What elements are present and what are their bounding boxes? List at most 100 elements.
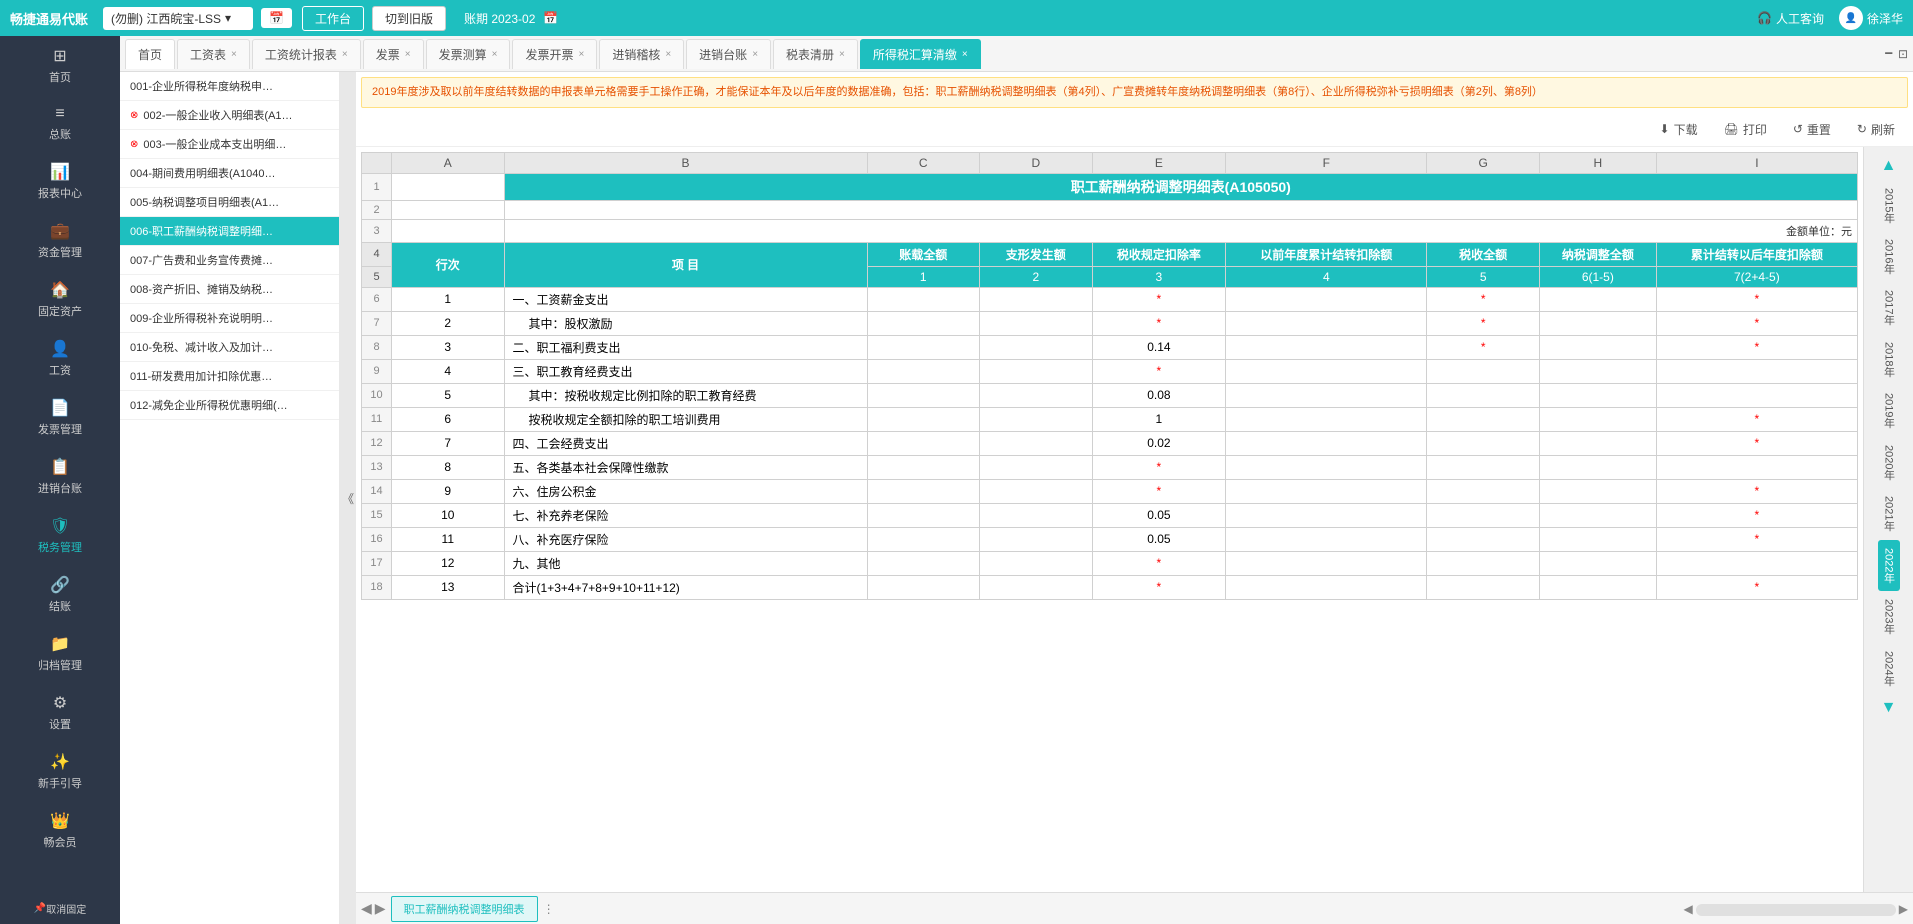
panel-collapse-button[interactable]: 《 bbox=[340, 72, 356, 924]
cell-h[interactable] bbox=[1539, 335, 1656, 359]
cell-h[interactable] bbox=[1539, 455, 1656, 479]
close-icon[interactable]: × bbox=[231, 49, 237, 60]
cell-h[interactable] bbox=[1539, 311, 1656, 335]
cell-g[interactable]: * bbox=[1427, 311, 1540, 335]
reset-button[interactable]: ↺ 重置 bbox=[1785, 118, 1839, 141]
unpin-button[interactable]: 📌 取消固定 bbox=[0, 893, 120, 924]
year-2023[interactable]: 2023年 bbox=[1878, 591, 1900, 642]
sidebar-item-salary[interactable]: 👤 工资 bbox=[0, 329, 120, 388]
cell-i[interactable]: * bbox=[1656, 503, 1857, 527]
year-down-button[interactable]: ▼ bbox=[1876, 694, 1902, 722]
cell-c[interactable] bbox=[867, 479, 980, 503]
tab-audit[interactable]: 进销稽核 × bbox=[599, 39, 684, 69]
sidebar-item-assets[interactable]: 🏠 固定资产 bbox=[0, 270, 120, 329]
left-item-003[interactable]: ⊗ 003-一般企业成本支出明细… bbox=[120, 130, 339, 159]
cell-h[interactable] bbox=[1539, 575, 1656, 599]
cell-h[interactable] bbox=[1539, 383, 1656, 407]
cell-e[interactable]: * bbox=[1092, 479, 1226, 503]
tab-income-tax[interactable]: 所得税汇算清缴 × bbox=[860, 39, 981, 69]
cell-i[interactable]: * bbox=[1656, 311, 1857, 335]
sidebar-item-settings[interactable]: ⚙ 设置 bbox=[0, 683, 120, 742]
cell-f[interactable] bbox=[1226, 407, 1427, 431]
cell-d[interactable] bbox=[980, 575, 1093, 599]
nav-left-icon[interactable]: ◀ bbox=[361, 900, 372, 917]
scroll-right-icon[interactable]: ▶ bbox=[1899, 902, 1908, 916]
cell-f[interactable] bbox=[1226, 479, 1427, 503]
sidebar-item-close[interactable]: 🔗 结账 bbox=[0, 565, 120, 624]
cell-e[interactable]: * bbox=[1092, 359, 1226, 383]
left-item-008[interactable]: 008-资产折旧、摊销及纳税… bbox=[120, 275, 339, 304]
cell-h[interactable] bbox=[1539, 527, 1656, 551]
scroll-left-icon[interactable]: ◀ bbox=[1684, 902, 1693, 916]
tab-invoice[interactable]: 发票 × bbox=[363, 39, 424, 69]
cell-i[interactable]: * bbox=[1656, 407, 1857, 431]
download-button[interactable]: ⬇ 下载 bbox=[1652, 118, 1706, 141]
sidebar-item-finance[interactable]: 💼 资金管理 bbox=[0, 211, 120, 270]
cell-c[interactable] bbox=[867, 335, 980, 359]
cell-h[interactable] bbox=[1539, 503, 1656, 527]
cell-d[interactable] bbox=[980, 479, 1093, 503]
cell-d[interactable] bbox=[980, 455, 1093, 479]
cell-i[interactable] bbox=[1656, 359, 1857, 383]
cell-c[interactable] bbox=[867, 527, 980, 551]
cell-g[interactable] bbox=[1427, 431, 1540, 455]
cell-i[interactable]: * bbox=[1656, 527, 1857, 551]
cell-c[interactable] bbox=[867, 551, 980, 575]
year-2020[interactable]: 2020年 bbox=[1878, 437, 1900, 488]
sidebar-item-home[interactable]: ⊞ 首页 bbox=[0, 36, 120, 95]
more-sheets-icon[interactable]: ⋮ bbox=[543, 902, 555, 916]
cell-d[interactable] bbox=[980, 527, 1093, 551]
cell-f[interactable] bbox=[1226, 383, 1427, 407]
left-item-007[interactable]: 007-广告费和业务宣传费摊… bbox=[120, 246, 339, 275]
cell-g[interactable] bbox=[1427, 479, 1540, 503]
nav-right-icon[interactable]: ▶ bbox=[375, 900, 386, 917]
cell-i[interactable]: * bbox=[1656, 335, 1857, 359]
cell-g[interactable]: * bbox=[1427, 335, 1540, 359]
left-item-005[interactable]: 005-纳税调整项目明细表(A1… bbox=[120, 188, 339, 217]
close-icon[interactable]: × bbox=[405, 49, 411, 60]
cell-f[interactable] bbox=[1226, 503, 1427, 527]
cell-i[interactable]: * bbox=[1656, 575, 1857, 599]
company-selector[interactable]: (勿删) 江西皖宝-LSS ▾ bbox=[103, 7, 253, 30]
left-item-011[interactable]: 011-研发费用加计扣除优惠… bbox=[120, 362, 339, 391]
minimize-icon[interactable]: 🗕 bbox=[1884, 43, 1893, 64]
tab-home[interactable]: 首页 bbox=[125, 39, 175, 69]
tab-tax-table[interactable]: 税表清册 × bbox=[773, 39, 858, 69]
cell-f[interactable] bbox=[1226, 359, 1427, 383]
cell-c[interactable] bbox=[867, 287, 980, 311]
user-service[interactable]: 🎧 人工客询 bbox=[1757, 10, 1824, 27]
year-2019[interactable]: 2019年 bbox=[1878, 385, 1900, 436]
cell-e[interactable]: * bbox=[1092, 575, 1226, 599]
cell-d[interactable] bbox=[980, 335, 1093, 359]
cell-f[interactable] bbox=[1226, 311, 1427, 335]
cell-g[interactable] bbox=[1427, 527, 1540, 551]
cell-d[interactable] bbox=[980, 287, 1093, 311]
sidebar-item-invoice[interactable]: 📄 发票管理 bbox=[0, 388, 120, 447]
year-2018[interactable]: 2018年 bbox=[1878, 334, 1900, 385]
cell-f[interactable] bbox=[1226, 551, 1427, 575]
cell-d[interactable] bbox=[980, 407, 1093, 431]
year-2022[interactable]: 2022年 bbox=[1878, 540, 1900, 591]
cell-g[interactable] bbox=[1427, 551, 1540, 575]
close-icon[interactable]: × bbox=[492, 49, 498, 60]
left-item-001[interactable]: 001-企业所得税年度纳税申… bbox=[120, 72, 339, 101]
sidebar-item-vip[interactable]: 👑 畅会员 bbox=[0, 801, 120, 860]
cell-g[interactable] bbox=[1427, 575, 1540, 599]
cell-g[interactable] bbox=[1427, 359, 1540, 383]
left-item-002[interactable]: ⊗ 002-一般企业收入明细表(A1… bbox=[120, 101, 339, 130]
year-2024[interactable]: 2024年 bbox=[1878, 643, 1900, 694]
cell-d[interactable] bbox=[980, 359, 1093, 383]
cell-f[interactable] bbox=[1226, 431, 1427, 455]
left-item-006[interactable]: 006-职工薪酬纳税调整明细… bbox=[120, 217, 339, 246]
cell-d[interactable] bbox=[980, 383, 1093, 407]
period-calendar-icon[interactable]: 📅 bbox=[543, 11, 558, 25]
cell-f[interactable] bbox=[1226, 455, 1427, 479]
cell-d[interactable] bbox=[980, 503, 1093, 527]
close-icon[interactable]: × bbox=[962, 49, 968, 60]
cell-c[interactable] bbox=[867, 503, 980, 527]
year-2015[interactable]: 2015年 bbox=[1878, 180, 1900, 231]
cell-g[interactable] bbox=[1427, 383, 1540, 407]
cell-h[interactable] bbox=[1539, 479, 1656, 503]
close-icon[interactable]: × bbox=[665, 49, 671, 60]
tab-invoice-issue[interactable]: 发票开票 × bbox=[512, 39, 597, 69]
